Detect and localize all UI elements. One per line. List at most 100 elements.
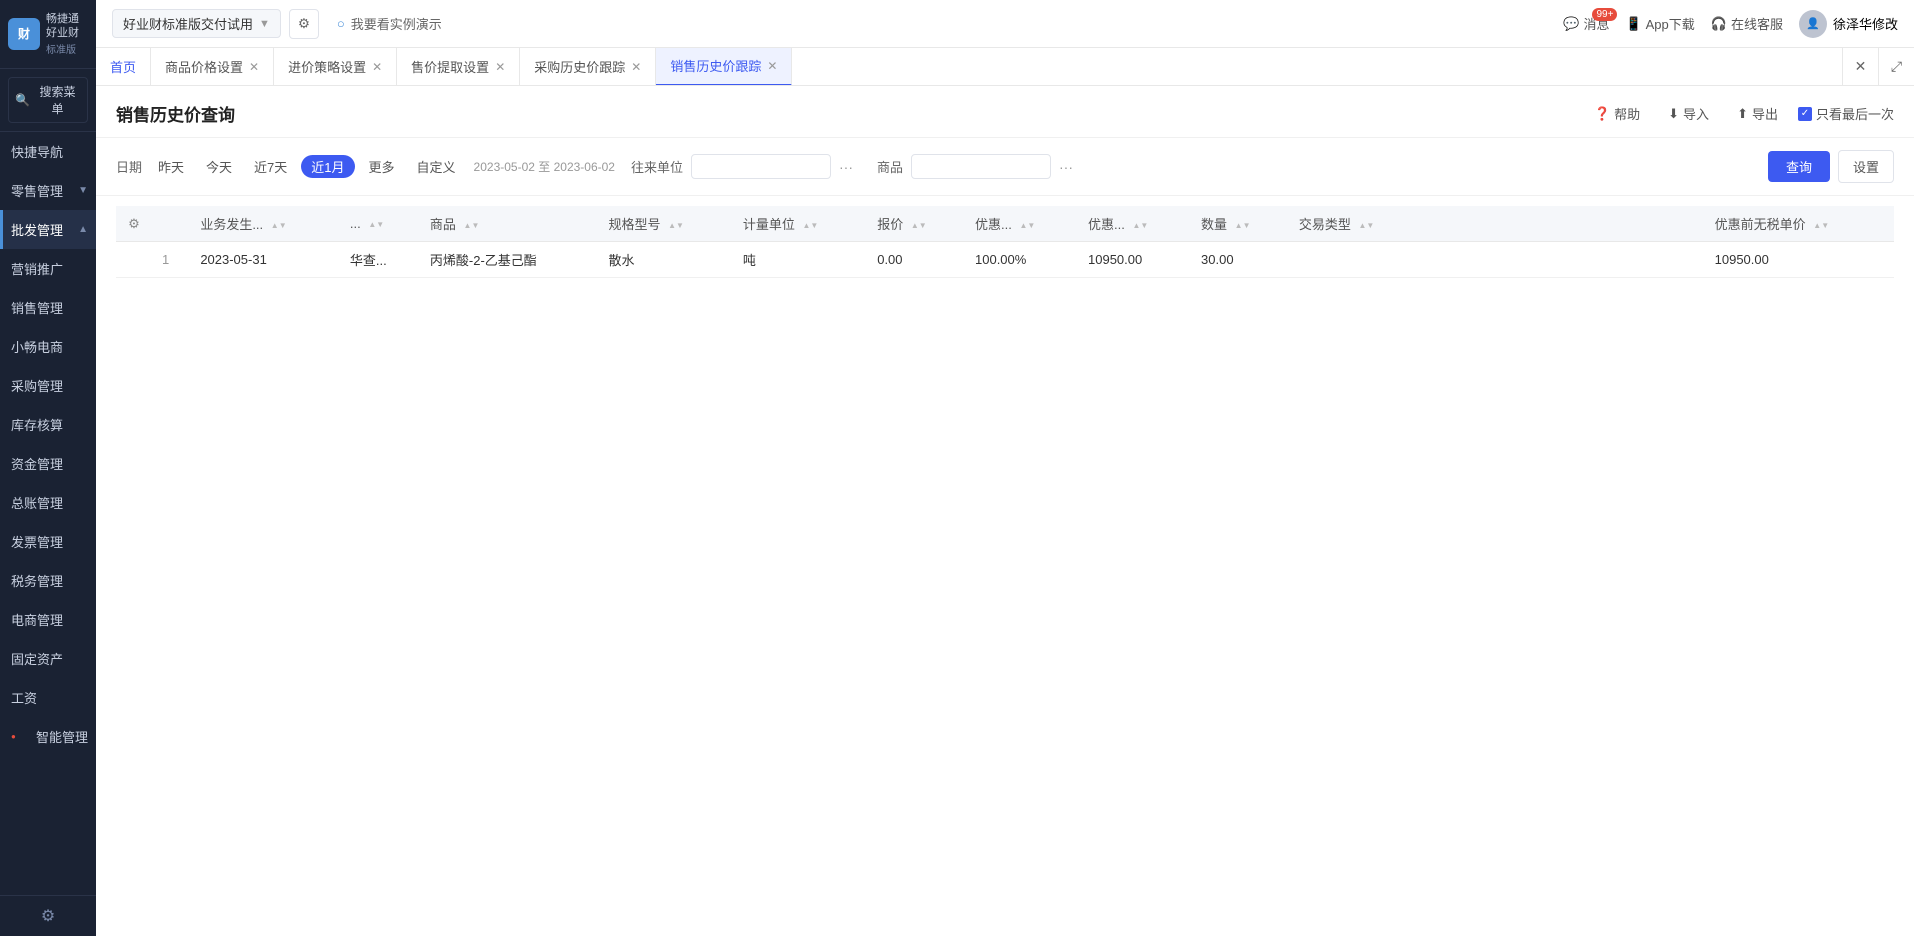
chevron-down-icon: ▼ [259, 18, 270, 30]
sidebar-settings-button[interactable]: ⚙ [41, 906, 55, 926]
cell-quantity: 30.00 [1191, 242, 1289, 278]
th-transaction-type[interactable]: 交易类型 ▲▼ [1289, 206, 1423, 242]
table-row: 1 2023-05-31 华查... 丙烯酸-2-乙基己酯 散水 吨 0.00 … [116, 242, 1894, 278]
sidebar-item-salary[interactable]: 工资 [0, 678, 96, 717]
tab-close-icon[interactable]: ✕ [495, 60, 505, 74]
sidebar-item-smart[interactable]: 智能管理 [0, 717, 96, 756]
sidebar-item-ecommerce-small[interactable]: 小畅电商 [0, 327, 96, 366]
sidebar-item-quicknav[interactable]: 快捷导航 [0, 132, 96, 171]
th-discount-pct[interactable]: 优惠... ▲▼ [965, 206, 1078, 242]
tab-close-icon[interactable]: ✕ [767, 59, 777, 73]
cell-discount-pct: 100.00% [965, 242, 1078, 278]
message-badge: 99+ [1592, 8, 1617, 21]
sidebar-item-marketing[interactable]: 营销推广 [0, 249, 96, 288]
app-logo-text: 畅捷通好业财 标准版 [46, 12, 88, 56]
th-num [152, 206, 190, 242]
online-service-button[interactable]: 🎧 在线客服 [1711, 14, 1783, 33]
th-extra[interactable]: ... ▲▼ [340, 206, 420, 242]
query-button[interactable]: 查询 [1768, 151, 1830, 182]
sidebar-item-inventory[interactable]: 库存核算 [0, 405, 96, 444]
phone-icon: 📱 [1625, 16, 1641, 32]
th-discount-amt[interactable]: 优惠... ▲▼ [1078, 206, 1191, 242]
headset-icon: 🎧 [1711, 16, 1727, 32]
cell-settings [116, 242, 152, 278]
help-button[interactable]: ❓ 帮助 [1586, 100, 1648, 127]
tabs-right-controls: ✕ ⤢ [1842, 48, 1914, 86]
sidebar-item-finance[interactable]: 资金管理 [0, 444, 96, 483]
table-header-row: ⚙ 业务发生... ▲▼ ... ▲▼ 商品 ▲▼ [116, 206, 1894, 242]
date-opt-last7[interactable]: 近7天 [246, 155, 295, 178]
module-settings-button[interactable]: ⚙ [289, 9, 319, 39]
tabs-bar: 首页 商品价格设置 ✕ 进价策略设置 ✕ 售价提取设置 ✕ 采购历史价跟踪 ✕ … [96, 48, 1914, 86]
search-menu-button[interactable]: 🔍 搜索菜单 [8, 77, 88, 123]
tab-sales-history[interactable]: 销售历史价跟踪 ✕ [656, 48, 792, 86]
date-opt-custom[interactable]: 自定义 [409, 155, 464, 178]
cell-extra: 华查... [340, 242, 420, 278]
th-spec[interactable]: 规格型号 ▲▼ [598, 206, 732, 242]
from-unit-filter: 往来单位 ··· [631, 154, 853, 179]
from-unit-label: 往来单位 [631, 157, 683, 176]
page-title: 销售历史价查询 [116, 101, 235, 126]
sidebar-item-sales[interactable]: 销售管理 [0, 288, 96, 327]
sidebar-item-tax[interactable]: 税务管理 [0, 561, 96, 600]
close-tab-button[interactable]: ✕ [1842, 48, 1878, 86]
cell-business-date: 2023-05-31 [190, 242, 340, 278]
th-price[interactable]: 报价 ▲▼ [867, 206, 965, 242]
tab-close-icon[interactable]: ✕ [631, 60, 641, 74]
message-button[interactable]: 💬 消息 99+ [1563, 14, 1609, 33]
sidebar-item-general-ledger[interactable]: 总账管理 [0, 483, 96, 522]
date-opt-yesterday[interactable]: 昨天 [150, 155, 192, 178]
product-input[interactable] [911, 154, 1051, 179]
from-unit-more-icon[interactable]: ··· [839, 159, 853, 175]
tab-price-strategy[interactable]: 进价策略设置 ✕ [274, 48, 397, 86]
settings-button[interactable]: 设置 [1838, 150, 1894, 183]
sidebar-item-wholesale[interactable]: 批发管理 ▲ [0, 210, 96, 249]
sort-icon: ▲▼ [1019, 222, 1035, 230]
date-opt-today[interactable]: 今天 [198, 155, 240, 178]
th-pretax-price[interactable]: 优惠前无税单价 ▲▼ [1705, 206, 1894, 242]
user-name: 徐泽华修改 [1833, 14, 1898, 33]
date-opt-last1month[interactable]: 近1月 [301, 155, 354, 178]
sort-icon: ▲▼ [668, 222, 684, 230]
tab-close-icon[interactable]: ✕ [249, 60, 259, 74]
sort-icon: ▲▼ [911, 222, 927, 230]
th-unit[interactable]: 计量单位 ▲▼ [733, 206, 867, 242]
top-header: 好业财标准版交付试用 ▼ ⚙ ○ 我要看实例演示 💬 消息 99+ 📱 App下… [96, 0, 1914, 48]
tab-close-icon[interactable]: ✕ [372, 60, 382, 74]
sidebar-item-invoice[interactable]: 发票管理 [0, 522, 96, 561]
tab-home[interactable]: 首页 [96, 48, 151, 86]
only-last-checkbox-label[interactable]: 只看最后一次 [1798, 104, 1894, 123]
demo-link[interactable]: ○ 我要看实例演示 [327, 10, 452, 37]
expand-button[interactable]: ⤢ [1878, 48, 1914, 86]
sidebar-logo: 财 畅捷通好业财 标准版 [0, 0, 96, 69]
table-container: ⚙ 业务发生... ▲▼ ... ▲▼ 商品 ▲▼ [96, 196, 1914, 288]
sort-icon: ▲▼ [271, 222, 287, 230]
app-download-button[interactable]: 📱 App下载 [1625, 14, 1694, 33]
chevron-down-icon: ▼ [78, 185, 88, 196]
tab-purchase-history[interactable]: 采购历史价跟踪 ✕ [520, 48, 656, 86]
tab-price-extract[interactable]: 售价提取设置 ✕ [397, 48, 520, 86]
question-icon: ❓ [1594, 106, 1610, 122]
demo-link-icon: ○ [337, 16, 345, 31]
date-opt-more[interactable]: 更多 [361, 155, 403, 178]
sidebar-item-ecommerce[interactable]: 电商管理 [0, 600, 96, 639]
th-quantity[interactable]: 数量 ▲▼ [1191, 206, 1289, 242]
data-table: ⚙ 业务发生... ▲▼ ... ▲▼ 商品 ▲▼ [116, 206, 1894, 278]
th-product[interactable]: 商品 ▲▼ [420, 206, 599, 242]
export-icon: ⬆ [1737, 106, 1748, 122]
user-info[interactable]: 👤 徐泽华修改 [1799, 10, 1898, 38]
import-button[interactable]: ⬇ 导入 [1660, 100, 1717, 127]
sidebar-item-fixed-assets[interactable]: 固定资产 [0, 639, 96, 678]
column-settings-icon[interactable]: ⚙ [128, 216, 140, 231]
tab-product-price[interactable]: 商品价格设置 ✕ [151, 48, 274, 86]
sidebar-item-retail[interactable]: 零售管理 ▼ [0, 171, 96, 210]
th-business-date[interactable]: 业务发生... ▲▼ [190, 206, 340, 242]
product-more-icon[interactable]: ··· [1059, 159, 1073, 175]
export-button[interactable]: ⬆ 导出 [1729, 100, 1786, 127]
sidebar-bottom: ⚙ [0, 895, 96, 936]
cell-unit: 吨 [733, 242, 867, 278]
header-right: 💬 消息 99+ 📱 App下载 🎧 在线客服 👤 徐泽华修改 [1563, 10, 1898, 38]
from-unit-input[interactable] [691, 154, 831, 179]
sidebar-item-purchase[interactable]: 采购管理 [0, 366, 96, 405]
module-selector[interactable]: 好业财标准版交付试用 ▼ [112, 9, 281, 38]
